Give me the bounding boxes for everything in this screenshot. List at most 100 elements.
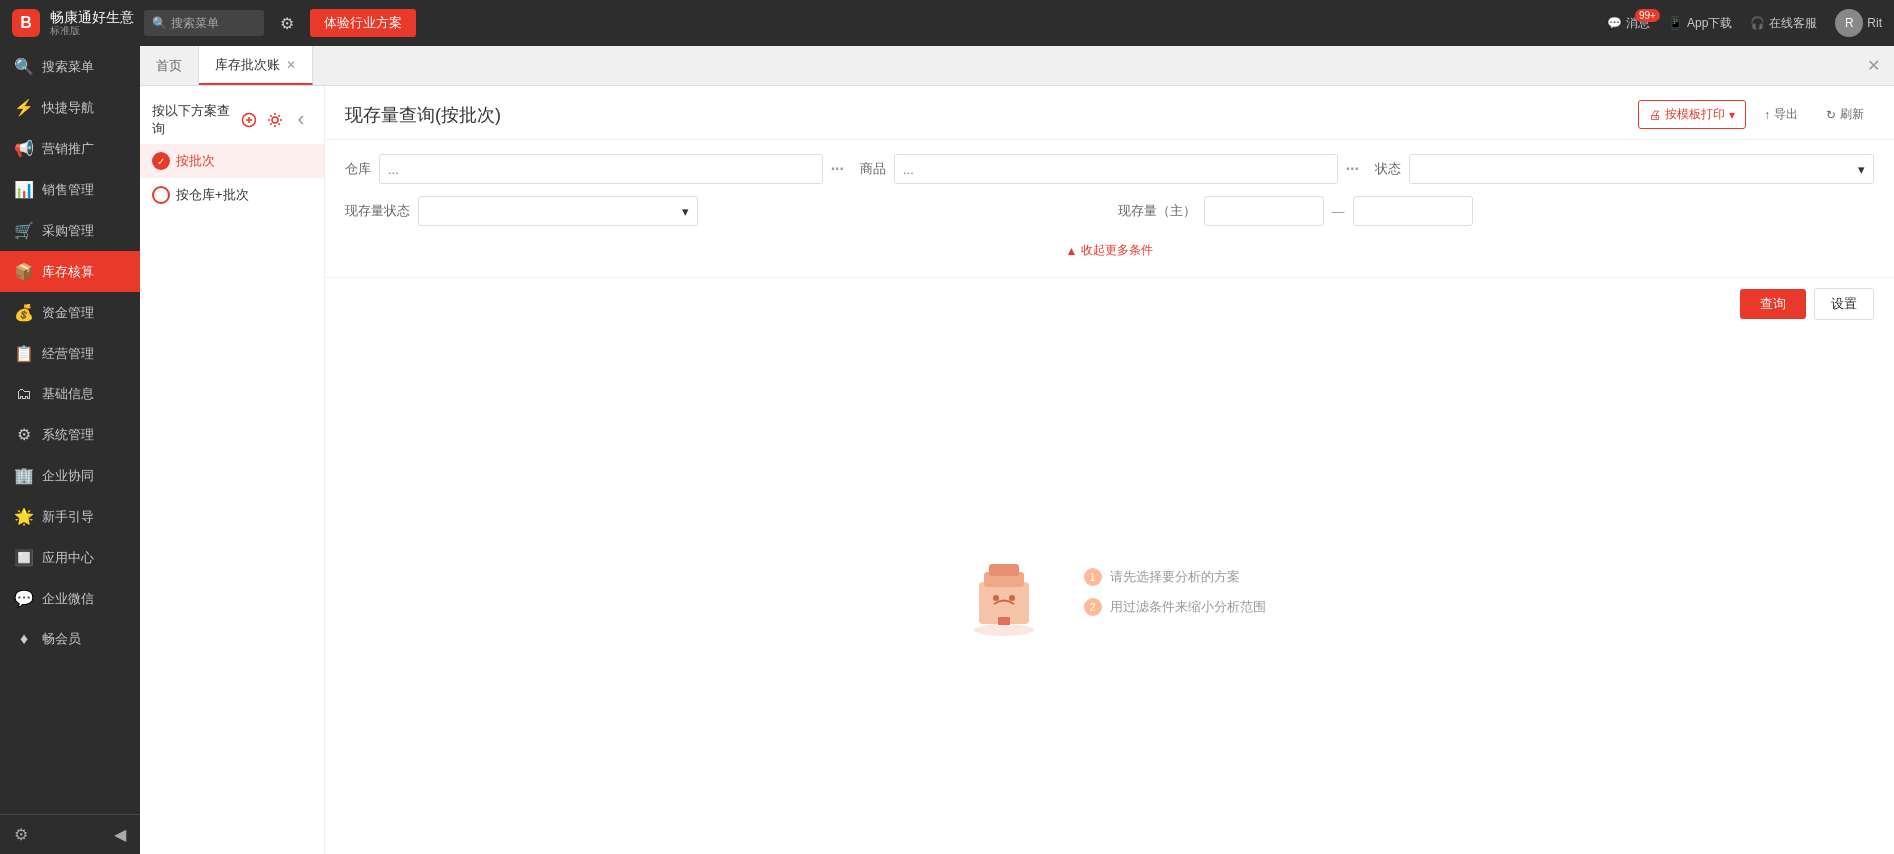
top-bar-right: 💬 消息 99+ 📱 App下载 🎧 在线客服 R Rit: [1607, 9, 1882, 37]
status-label: 状态: [1375, 160, 1401, 178]
user-area[interactable]: R Rit: [1835, 9, 1882, 37]
tip-num-1: 1: [1084, 568, 1102, 586]
filter-area: 仓库 ··· 商品 ··· 状态: [325, 140, 1894, 278]
svg-point-3: [272, 117, 278, 123]
sidebar-item-label: 搜索菜单: [42, 58, 94, 76]
qty-max-input[interactable]: [1353, 196, 1473, 226]
status-select[interactable]: ▾: [1409, 154, 1874, 184]
sidebar-item-sales[interactable]: 📊 销售管理: [0, 169, 140, 210]
diamond-icon: ♦: [14, 630, 34, 648]
user-avatar: R: [1835, 9, 1863, 37]
sidebar-item-enterprise[interactable]: 🏢 企业协同: [0, 455, 140, 496]
megaphone-icon: 📢: [14, 139, 34, 158]
search-icon: 🔍: [152, 16, 167, 30]
top-bar: B 畅康通好生意 标准版 🔍 搜索菜单 ⚙ 体验行业方案 💬 消息 99+ 📱 …: [0, 0, 1894, 46]
product-more-btn[interactable]: ···: [1346, 160, 1359, 178]
collapse-filter-btn[interactable]: ▲ 收起更多条件: [345, 238, 1874, 263]
sidebar-item-member[interactable]: ♦ 畅会员: [0, 619, 140, 659]
collapse-scheme-btn[interactable]: [290, 109, 312, 131]
scheme-settings-btn[interactable]: [264, 109, 286, 131]
search-menu-bar[interactable]: 🔍 搜索菜单: [144, 10, 264, 36]
star-icon: 🌟: [14, 507, 34, 526]
sidebar-item-label: 资金管理: [42, 304, 94, 322]
export-icon: ↑: [1764, 108, 1770, 122]
sidebar-item-marketing[interactable]: 📢 营销推广: [0, 128, 140, 169]
warehouse-more-btn[interactable]: ···: [831, 160, 844, 178]
online-service-btn[interactable]: 🎧 在线客服: [1750, 15, 1817, 32]
add-scheme-btn[interactable]: [238, 109, 260, 131]
sidebar-item-wechat[interactable]: 💬 企业微信: [0, 578, 140, 619]
empty-tips: 1 请先选择要分析的方案 2 用过滤条件来缩小分析范围: [1084, 568, 1266, 616]
filter-row-1: 仓库 ··· 商品 ··· 状态: [345, 154, 1874, 184]
tip-num-2: 2: [1084, 598, 1102, 616]
sidebar-item-system[interactable]: ⚙ 系统管理: [0, 414, 140, 455]
query-btn[interactable]: 查询: [1740, 289, 1806, 319]
sidebar-item-label: 新手引导: [42, 508, 94, 526]
sidebar-item-purchase[interactable]: 🛒 采购管理: [0, 210, 140, 251]
collapse-sidebar-btn[interactable]: ◀: [114, 825, 126, 844]
tab-close-all-btn[interactable]: ✕: [1853, 56, 1894, 75]
refresh-btn[interactable]: ↻ 刷新: [1816, 101, 1874, 128]
scheme-label: 按仓库+批次: [176, 186, 249, 204]
sidebar-item-guide[interactable]: 🌟 新手引导: [0, 496, 140, 537]
sidebar-item-label: 库存核算: [42, 263, 94, 281]
trial-btn[interactable]: 体验行业方案: [310, 9, 416, 37]
svg-rect-10: [998, 617, 1010, 625]
qty-min-input[interactable]: [1204, 196, 1324, 226]
clipboard-icon: 📋: [14, 344, 34, 363]
filter-group-status: 状态 ▾: [1375, 154, 1874, 184]
page-header-actions: 🖨 按模板打印 ▾ ↑ 导出 ↻ 刷新: [1638, 100, 1874, 129]
chevron-down-icon: ▾: [682, 204, 689, 219]
sidebar-item-label: 系统管理: [42, 426, 94, 444]
gear-btn[interactable]: ⚙: [274, 10, 300, 36]
settings-bottom-btn[interactable]: ⚙: [14, 825, 28, 844]
box-icon: 📦: [14, 262, 34, 281]
message-btn[interactable]: 💬 消息 99+: [1607, 15, 1650, 32]
product-input[interactable]: [894, 154, 1338, 184]
phone-icon: 📱: [1668, 16, 1683, 30]
inv-status-label: 现存量状态: [345, 202, 410, 220]
app-brand: 畅康通好生意 标准版: [50, 9, 134, 38]
headset-icon: 🎧: [1750, 16, 1765, 30]
scheme-panel-header: 按以下方案查询: [140, 96, 324, 144]
scheme-inactive-icon: [152, 186, 170, 204]
sidebar-item-finance[interactable]: 💰 资金管理: [0, 292, 140, 333]
chart-icon: 📊: [14, 180, 34, 199]
scheme-item-by-warehouse-batch[interactable]: 按仓库+批次: [140, 178, 324, 212]
setup-btn[interactable]: 设置: [1814, 288, 1874, 320]
sidebar-item-label: 企业微信: [42, 590, 94, 608]
app-download-btn[interactable]: 📱 App下载: [1668, 15, 1732, 32]
scheme-panel: 按以下方案查询: [140, 86, 325, 854]
svg-rect-7: [989, 564, 1019, 576]
message-badge: 99+: [1635, 9, 1660, 22]
sidebar-item-basic[interactable]: 🗂 基础信息: [0, 374, 140, 414]
sidebar-item-quick-nav[interactable]: ⚡ 快捷导航: [0, 87, 140, 128]
tab-close-icon[interactable]: ✕: [286, 58, 296, 72]
qty-label: 现存量（主）: [1118, 202, 1196, 220]
flash-icon: ⚡: [14, 98, 34, 117]
money-icon: 💰: [14, 303, 34, 322]
search-icon: 🔍: [14, 57, 34, 76]
sidebar-item-search-menu[interactable]: 🔍 搜索菜单: [0, 46, 140, 87]
product-label: 商品: [860, 160, 886, 178]
sidebar-item-label: 销售管理: [42, 181, 94, 199]
scheme-item-by-batch[interactable]: ✓ 按批次: [140, 144, 324, 178]
sidebar-item-label: 营销推广: [42, 140, 94, 158]
empty-state: 1 请先选择要分析的方案 2 用过滤条件来缩小分析范围: [325, 330, 1894, 854]
sidebar-item-apps[interactable]: 🔲 应用中心: [0, 537, 140, 578]
sidebar-item-label: 企业协同: [42, 467, 94, 485]
print-btn[interactable]: 🖨 按模板打印 ▾: [1638, 100, 1746, 129]
tab-inventory-batch[interactable]: 库存批次账 ✕: [199, 46, 313, 85]
sidebar-item-label: 快捷导航: [42, 99, 94, 117]
export-btn[interactable]: ↑ 导出: [1754, 101, 1808, 128]
warehouse-input[interactable]: [379, 154, 823, 184]
svg-point-9: [1009, 595, 1015, 601]
grid-icon: 🔲: [14, 548, 34, 567]
printer-icon: 🖨: [1649, 108, 1661, 122]
filter-group-warehouse: 仓库 ···: [345, 154, 844, 184]
inv-status-select[interactable]: ▾: [418, 196, 698, 226]
app-logo: B: [12, 9, 40, 37]
tab-home[interactable]: 首页: [140, 46, 199, 85]
sidebar-item-operation[interactable]: 📋 经营管理: [0, 333, 140, 374]
sidebar-item-inventory[interactable]: 📦 库存核算: [0, 251, 140, 292]
